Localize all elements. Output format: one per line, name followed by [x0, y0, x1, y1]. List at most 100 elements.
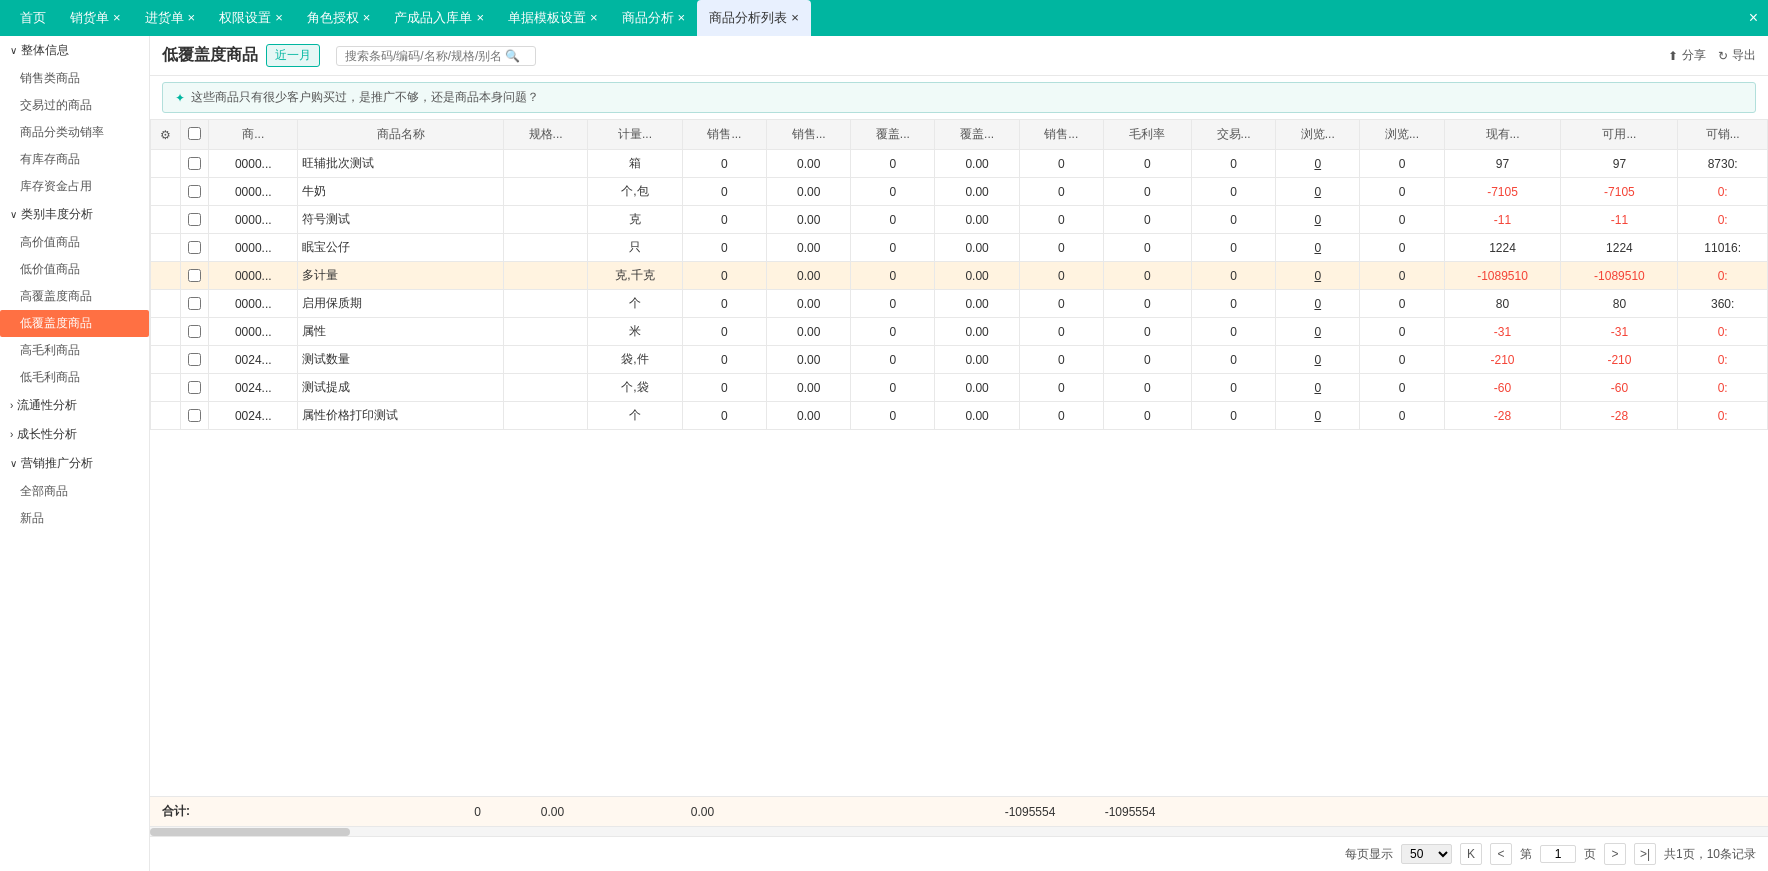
row-sales-x: 0	[1019, 402, 1103, 430]
nav-goods-analysis-list[interactable]: 商品分析列表 ×	[697, 0, 811, 36]
row-spec	[504, 346, 588, 374]
col-code-header: 商...	[209, 120, 298, 150]
row-settings	[151, 346, 181, 374]
row-check[interactable]	[181, 206, 209, 234]
row-sales-x: 0	[1019, 318, 1103, 346]
share-btn[interactable]: ⬆ 分享	[1668, 47, 1706, 64]
row-spec	[504, 178, 588, 206]
search-input[interactable]	[345, 49, 505, 63]
row-browse1[interactable]: 0	[1276, 234, 1360, 262]
last-page-btn[interactable]: >|	[1634, 843, 1656, 865]
row-cover1: 0	[851, 262, 935, 290]
row-check[interactable]	[181, 262, 209, 290]
col-check-header[interactable]	[181, 120, 209, 150]
sidebar-item-sales-goods[interactable]: 销售类商品	[0, 65, 149, 92]
row-checkbox[interactable]	[188, 409, 201, 422]
row-check[interactable]	[181, 402, 209, 430]
footer-empty1	[230, 805, 430, 819]
row-checkbox[interactable]	[188, 185, 201, 198]
nav-template[interactable]: 单据模板设置 ×	[496, 0, 610, 36]
window-close-btn[interactable]: ×	[1749, 9, 1758, 27]
first-page-btn[interactable]: K	[1460, 843, 1482, 865]
table-footer: 合计: 0 0.00 0.00 -1095554 -1095554	[150, 796, 1768, 826]
nav-sales[interactable]: 销货单 ×	[58, 0, 133, 36]
row-code: 0024...	[209, 374, 298, 402]
row-sales-qty: 0	[682, 206, 766, 234]
row-checkbox[interactable]	[188, 241, 201, 254]
row-browse1[interactable]: 0	[1276, 150, 1360, 178]
sidebar-item-low-coverage[interactable]: 低覆盖度商品	[0, 310, 149, 337]
row-checkbox[interactable]	[188, 297, 201, 310]
sidebar-growth-section[interactable]: › 成长性分析	[0, 420, 149, 449]
row-checkbox[interactable]	[188, 269, 201, 282]
nav-purchase[interactable]: 进货单 ×	[133, 0, 208, 36]
row-browse1[interactable]: 0	[1276, 346, 1360, 374]
row-browse1[interactable]: 0	[1276, 402, 1360, 430]
sidebar-item-category-rate[interactable]: 商品分类动销率	[0, 119, 149, 146]
row-check[interactable]	[181, 374, 209, 402]
scrollbar-area[interactable]	[150, 826, 1768, 836]
row-code: 0000...	[209, 206, 298, 234]
sidebar-item-low-value[interactable]: 低价值商品	[0, 256, 149, 283]
sidebar-richness-section[interactable]: ∨ 类别丰度分析	[0, 200, 149, 229]
total-info: 共1页，10条记录	[1664, 846, 1756, 863]
sidebar-item-high-value[interactable]: 高价值商品	[0, 229, 149, 256]
export-btn[interactable]: ↻ 导出	[1718, 47, 1756, 64]
row-browse1[interactable]: 0	[1276, 318, 1360, 346]
row-check[interactable]	[181, 178, 209, 206]
table-row: 0000... 多计量 克,千克 0 0.00 0 0.00 0 0 0 0 0…	[151, 262, 1768, 290]
row-check[interactable]	[181, 346, 209, 374]
row-checkbox[interactable]	[188, 213, 201, 226]
nav-home[interactable]: 首页	[8, 0, 58, 36]
page-input[interactable]	[1540, 845, 1576, 863]
row-browse1[interactable]: 0	[1276, 374, 1360, 402]
sidebar-item-traded-goods[interactable]: 交易过的商品	[0, 92, 149, 119]
nav-role[interactable]: 角色授权 ×	[295, 0, 383, 36]
row-cover2: 0.00	[935, 262, 1019, 290]
row-settings	[151, 402, 181, 430]
row-check[interactable]	[181, 150, 209, 178]
row-browse1[interactable]: 0	[1276, 206, 1360, 234]
sidebar-item-new-goods[interactable]: 新品	[0, 505, 149, 532]
sidebar-item-capital-usage[interactable]: 库存资金占用	[0, 173, 149, 200]
sidebar-item-all-goods[interactable]: 全部商品	[0, 478, 149, 505]
nav-stock-in[interactable]: 产成品入库单 ×	[382, 0, 496, 36]
row-check[interactable]	[181, 290, 209, 318]
table-container[interactable]: ⚙ 商... 商品名称 规格... 计量... 销售... 销售... 覆盖..…	[150, 119, 1768, 796]
sidebar-overall-section[interactable]: ∨ 整体信息	[0, 36, 149, 65]
row-cover1: 0	[851, 234, 935, 262]
scrollbar-thumb[interactable]	[150, 828, 350, 836]
search-icon[interactable]: 🔍	[505, 49, 520, 63]
row-browse2: 0	[1360, 290, 1444, 318]
sidebar-item-in-stock[interactable]: 有库存商品	[0, 146, 149, 173]
row-browse2: 0	[1360, 150, 1444, 178]
row-browse1[interactable]: 0	[1276, 178, 1360, 206]
sidebar-item-high-coverage[interactable]: 高覆盖度商品	[0, 283, 149, 310]
select-all-checkbox[interactable]	[188, 127, 201, 140]
next-page-btn[interactable]: >	[1604, 843, 1626, 865]
row-check[interactable]	[181, 234, 209, 262]
sidebar-item-low-gross[interactable]: 低毛利商品	[0, 364, 149, 391]
flow-arrow-icon: ›	[10, 400, 13, 411]
sidebar-marketing-section[interactable]: ∨ 营销推广分析	[0, 449, 149, 478]
nav-permission[interactable]: 权限设置 ×	[207, 0, 295, 36]
col-settings-header[interactable]: ⚙	[151, 120, 181, 150]
row-name: 多计量	[298, 262, 504, 290]
row-sales-x: 0	[1019, 262, 1103, 290]
page-size-select[interactable]: 50 10 20 100	[1401, 844, 1452, 864]
row-checkbox[interactable]	[188, 353, 201, 366]
row-saleable: 0:	[1678, 318, 1768, 346]
row-browse1[interactable]: 0	[1276, 262, 1360, 290]
row-browse1[interactable]: 0	[1276, 290, 1360, 318]
row-checkbox[interactable]	[188, 157, 201, 170]
row-browse2: 0	[1360, 318, 1444, 346]
prev-page-btn[interactable]: <	[1490, 843, 1512, 865]
row-checkbox[interactable]	[188, 325, 201, 338]
nav-goods-analysis[interactable]: 商品分析 ×	[610, 0, 698, 36]
row-checkbox[interactable]	[188, 381, 201, 394]
sidebar-flow-section[interactable]: › 流通性分析	[0, 391, 149, 420]
sidebar-item-high-gross[interactable]: 高毛利商品	[0, 337, 149, 364]
time-filter-btn[interactable]: 近一月	[266, 44, 320, 67]
row-name: 眠宝公仔	[298, 234, 504, 262]
row-check[interactable]	[181, 318, 209, 346]
